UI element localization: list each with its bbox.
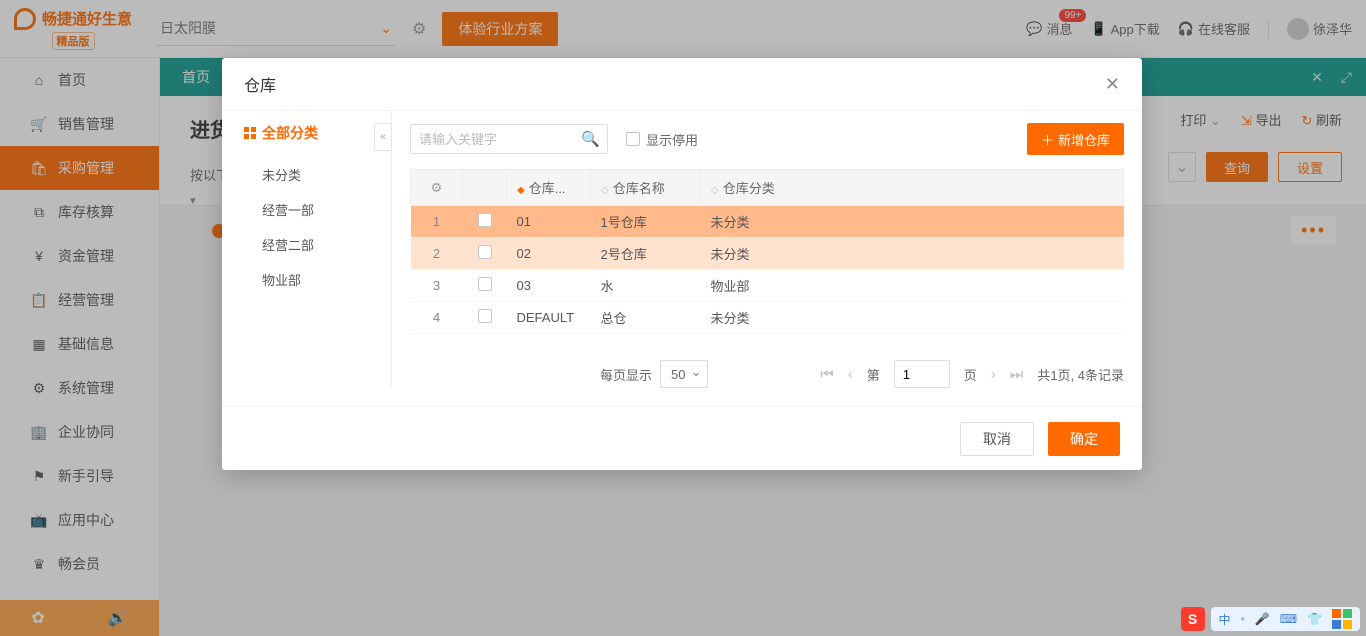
confirm-button[interactable]: 确定 bbox=[1048, 422, 1120, 456]
column-select-all[interactable] bbox=[463, 170, 507, 206]
table-row[interactable]: 3 03 水 物业部 bbox=[411, 270, 1124, 302]
close-icon[interactable]: ✕ bbox=[1105, 74, 1120, 95]
column-category[interactable]: ◇ 仓库分类 bbox=[701, 170, 1124, 206]
page-first-icon[interactable]: ⏮ bbox=[820, 366, 834, 383]
row-category: 未分类 bbox=[701, 206, 1124, 238]
add-warehouse-button[interactable]: ＋新增仓库 bbox=[1027, 123, 1124, 155]
column-code[interactable]: ◆ 仓库... bbox=[507, 170, 591, 206]
page-input[interactable] bbox=[894, 360, 950, 388]
search-icon[interactable]: 🔍 bbox=[581, 130, 600, 148]
row-code: 01 bbox=[507, 206, 591, 238]
column-code-label: 仓库... bbox=[529, 181, 566, 196]
page-prefix: 第 bbox=[867, 365, 880, 384]
page-prev-icon[interactable]: ‹ bbox=[848, 366, 853, 383]
category-item[interactable]: 经营一部 bbox=[244, 192, 391, 227]
row-checkbox[interactable] bbox=[463, 270, 507, 302]
row-category: 物业部 bbox=[701, 270, 1124, 302]
column-name-label: 仓库名称 bbox=[613, 181, 665, 196]
column-settings[interactable]: ⚙ bbox=[411, 170, 463, 206]
row-checkbox[interactable] bbox=[463, 302, 507, 334]
search-input[interactable] bbox=[410, 124, 608, 154]
row-category: 未分类 bbox=[701, 238, 1124, 270]
row-code: 03 bbox=[507, 270, 591, 302]
ime-mic-icon: 🎤 bbox=[1255, 612, 1270, 626]
row-name: 总仓 bbox=[591, 302, 701, 334]
row-name: 1号仓库 bbox=[591, 206, 701, 238]
sogou-icon[interactable]: S bbox=[1181, 607, 1205, 631]
sort-icon: ◇ bbox=[711, 185, 719, 196]
page-next-icon[interactable]: › bbox=[991, 366, 996, 383]
plus-icon: ＋ bbox=[1041, 130, 1054, 149]
row-index: 1 bbox=[411, 206, 463, 238]
table-row[interactable]: 2 02 2号仓库 未分类 bbox=[411, 238, 1124, 270]
category-root-label: 全部分类 bbox=[262, 123, 318, 143]
category-label: 物业部 bbox=[262, 273, 301, 288]
row-code: 02 bbox=[507, 238, 591, 270]
category-root[interactable]: 全部分类 bbox=[244, 123, 391, 143]
show-disabled-checkbox[interactable]: 显示停用 bbox=[626, 130, 698, 149]
gear-icon: ⚙ bbox=[431, 180, 443, 195]
column-name[interactable]: ◇ 仓库名称 bbox=[591, 170, 701, 206]
category-item[interactable]: 未分类 bbox=[244, 157, 391, 192]
row-checkbox[interactable] bbox=[463, 238, 507, 270]
ime-keyboard-icon: ⌨ bbox=[1280, 612, 1297, 626]
add-warehouse-label: 新增仓库 bbox=[1058, 130, 1110, 149]
column-category-label: 仓库分类 bbox=[723, 181, 775, 196]
grid-icon bbox=[244, 127, 256, 139]
table-row[interactable]: 4 DEFAULT 总仓 未分类 bbox=[411, 302, 1124, 334]
row-category: 未分类 bbox=[701, 302, 1124, 334]
row-code: DEFAULT bbox=[507, 302, 591, 334]
warehouse-modal: 仓库 ✕ 全部分类 未分类 经营一部 经营二部 物业部 « 🔍 显示停用 bbox=[222, 58, 1142, 470]
ime-toolbox-icon bbox=[1332, 609, 1352, 629]
category-item[interactable]: 物业部 bbox=[244, 262, 391, 297]
search-input-wrap: 🔍 bbox=[410, 124, 608, 154]
sort-icon: ◆ bbox=[517, 185, 525, 196]
ime-bar: S 中 • 🎤 ⌨ 👕 bbox=[1181, 606, 1360, 632]
category-label: 经营一部 bbox=[262, 203, 314, 218]
warehouse-table: ⚙ ◆ 仓库... ◇ 仓库名称 ◇ 仓库分类 1 01 1号仓库 未分类 bbox=[410, 169, 1124, 334]
category-label: 未分类 bbox=[262, 168, 301, 183]
show-disabled-label: 显示停用 bbox=[646, 130, 698, 149]
per-page-select[interactable]: 50 bbox=[660, 360, 708, 388]
row-index: 2 bbox=[411, 238, 463, 270]
ime-pill[interactable]: 中 • 🎤 ⌨ 👕 bbox=[1211, 607, 1360, 631]
collapse-panel-button[interactable]: « bbox=[374, 123, 392, 151]
row-name: 水 bbox=[591, 270, 701, 302]
ime-skin-icon: 👕 bbox=[1307, 612, 1322, 626]
category-panel: 全部分类 未分类 经营一部 经营二部 物业部 « bbox=[222, 111, 392, 388]
ime-punct-icon: • bbox=[1241, 612, 1245, 626]
modal-title: 仓库 bbox=[244, 72, 276, 96]
row-index: 3 bbox=[411, 270, 463, 302]
row-index: 4 bbox=[411, 302, 463, 334]
per-page-label: 每页显示 bbox=[600, 365, 652, 384]
per-page-value: 50 bbox=[671, 367, 685, 382]
cancel-button[interactable]: 取消 bbox=[960, 422, 1034, 456]
page-suffix: 页 bbox=[964, 365, 977, 384]
category-label: 经营二部 bbox=[262, 238, 314, 253]
ime-lang: 中 bbox=[1219, 611, 1231, 628]
category-item[interactable]: 经营二部 bbox=[244, 227, 391, 262]
row-name: 2号仓库 bbox=[591, 238, 701, 270]
sort-icon: ◇ bbox=[601, 185, 609, 196]
page-last-icon[interactable]: ⏭ bbox=[1010, 366, 1024, 383]
page-summary: 共1页, 4条记录 bbox=[1037, 365, 1124, 384]
table-row[interactable]: 1 01 1号仓库 未分类 bbox=[411, 206, 1124, 238]
row-checkbox[interactable] bbox=[463, 206, 507, 238]
checkbox-icon bbox=[626, 132, 640, 146]
pager: 每页显示 50 ⏮ ‹ 第 页 › ⏭ 共1页, 4条记录 bbox=[410, 334, 1124, 388]
